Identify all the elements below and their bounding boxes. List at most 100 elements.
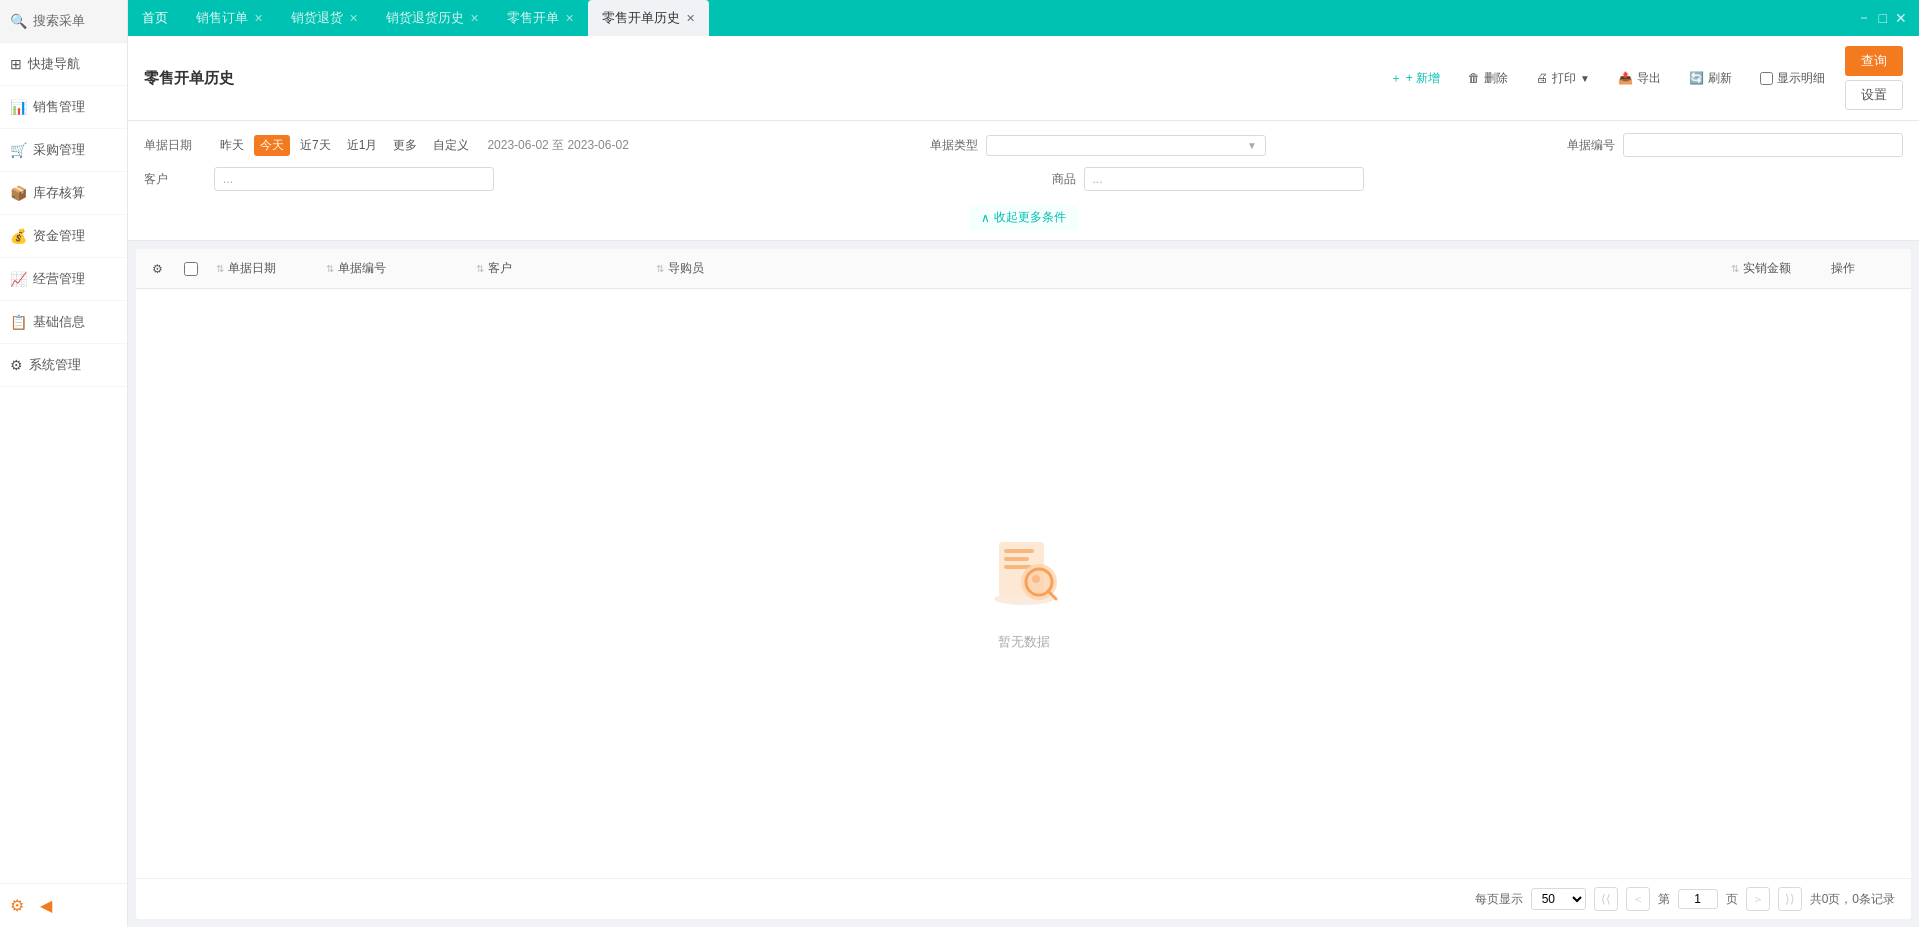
print-dropdown-icon: ▼ — [1580, 73, 1590, 84]
th-settings[interactable]: ⚙ — [144, 262, 176, 276]
sidebar: 🔍 搜索采单 ⊞ 快捷导航 📊 销售管理 🛒 采购管理 📦 库存核算 💰 资金管… — [0, 0, 128, 927]
window-minimize-icon[interactable]: － — [1857, 9, 1871, 27]
first-page-btn[interactable]: ⟨⟨ — [1594, 887, 1618, 911]
last7-btn[interactable]: 近7天 — [294, 135, 337, 156]
sort-icon: ⇅ — [216, 263, 224, 274]
sort-icon: ⇅ — [326, 263, 334, 274]
export-label: 导出 — [1637, 70, 1661, 87]
tab-retail-open[interactable]: 零售开单 ✕ — [493, 0, 588, 36]
sidebar-item-basic[interactable]: 📋 基础信息 — [0, 301, 127, 344]
sort-icon: ⇅ — [656, 263, 664, 274]
tab-sales-return-label: 销货退货 — [291, 9, 343, 27]
quick-nav-icon: ⊞ — [10, 56, 22, 72]
date-quick-btns: 昨天 今天 近7天 近1月 更多 自定义 — [214, 135, 475, 156]
export-button[interactable]: 📤 导出 — [1610, 66, 1669, 91]
refresh-label: 刷新 — [1708, 70, 1732, 87]
th-amount[interactable]: ⇅ 实销金额 — [1723, 260, 1823, 277]
settings-icon[interactable]: ⚙ — [10, 896, 24, 915]
sidebar-search-label: 搜索采单 — [33, 12, 85, 30]
collapse-row: ∧ 收起更多条件 — [144, 201, 1903, 232]
close-icon[interactable]: ✕ — [349, 12, 358, 25]
query-button[interactable]: 查询 — [1845, 46, 1903, 76]
sidebar-item-system[interactable]: ⚙ 系统管理 — [0, 344, 127, 387]
svg-rect-2 — [1004, 549, 1034, 553]
sidebar-item-finance[interactable]: 💰 资金管理 — [0, 215, 127, 258]
goods-select[interactable]: ... — [1084, 167, 1364, 191]
goods-label: 商品 — [1034, 171, 1084, 188]
display-detail-button[interactable]: 显示明细 — [1752, 66, 1833, 91]
window-maximize-icon[interactable]: □ — [1879, 10, 1887, 26]
th-customer-label: 客户 — [488, 260, 512, 277]
close-icon[interactable]: ✕ — [470, 12, 479, 25]
doc-type-label: 单据类型 — [916, 137, 986, 154]
prev-page-btn[interactable]: ＜ — [1626, 887, 1650, 911]
empty-state: 暂无数据 — [136, 289, 1911, 878]
th-checkbox[interactable] — [176, 262, 208, 276]
display-detail-checkbox[interactable] — [1760, 72, 1773, 85]
basic-icon: 📋 — [10, 314, 27, 330]
sidebar-search[interactable]: 🔍 搜索采单 — [0, 0, 127, 43]
setting-button[interactable]: 设置 — [1845, 80, 1903, 110]
th-action-label: 操作 — [1831, 260, 1855, 277]
sidebar-item-inventory[interactable]: 📦 库存核算 — [0, 172, 127, 215]
tab-sales-return[interactable]: 销货退货 ✕ — [277, 0, 372, 36]
chevron-down-icon: ▼ — [1247, 140, 1257, 151]
select-all-checkbox[interactable] — [184, 262, 198, 276]
th-date[interactable]: ⇅ 单据日期 — [208, 260, 318, 277]
collapse-icon[interactable]: ◀ — [40, 896, 52, 915]
refresh-icon: 🔄 — [1689, 71, 1704, 85]
tab-sales-return-history[interactable]: 销货退货历史 ✕ — [372, 0, 493, 36]
sidebar-item-quick-nav[interactable]: ⊞ 快捷导航 — [0, 43, 127, 86]
page-input[interactable] — [1678, 889, 1718, 909]
doc-num-label: 单据编号 — [1553, 137, 1623, 154]
yesterday-btn[interactable]: 昨天 — [214, 135, 250, 156]
next-page-btn[interactable]: ＞ — [1746, 887, 1770, 911]
tab-home[interactable]: 首页 — [128, 0, 182, 36]
purchase-icon: 🛒 — [10, 142, 27, 158]
refresh-button[interactable]: 🔄 刷新 — [1681, 66, 1740, 91]
th-num[interactable]: ⇅ 单据编号 — [318, 260, 468, 277]
sort-icon: ⇅ — [476, 263, 484, 274]
th-action: 操作 — [1823, 260, 1903, 277]
add-icon: ＋ — [1390, 70, 1402, 87]
sidebar-item-purchase[interactable]: 🛒 采购管理 — [0, 129, 127, 172]
close-icon[interactable]: ✕ — [565, 12, 574, 25]
window-close-icon[interactable]: ✕ — [1895, 10, 1907, 26]
delete-button[interactable]: 🗑 删除 — [1460, 66, 1516, 91]
sidebar-item-label: 库存核算 — [33, 184, 85, 202]
collapse-button[interactable]: ∧ 收起更多条件 — [969, 205, 1078, 230]
tab-sales-order[interactable]: 销售订单 ✕ — [182, 0, 277, 36]
tab-home-label: 首页 — [142, 9, 168, 27]
th-amount-label: 实销金额 — [1743, 260, 1791, 277]
more-btn[interactable]: 更多 — [387, 135, 423, 156]
page-header: 零售开单历史 ＋ + 新增 🗑 删除 🖨 打印 ▼ 📤 导出 — [128, 36, 1919, 121]
sidebar-item-operation[interactable]: 📈 经营管理 — [0, 258, 127, 301]
th-num-label: 单据编号 — [338, 260, 386, 277]
add-button[interactable]: ＋ + 新增 — [1382, 66, 1448, 91]
delete-label: 删除 — [1484, 70, 1508, 87]
today-btn[interactable]: 今天 — [254, 135, 290, 156]
doc-type-select[interactable]: ▼ — [986, 135, 1266, 156]
empty-illustration — [974, 517, 1074, 617]
sidebar-item-sales[interactable]: 📊 销售管理 — [0, 86, 127, 129]
custom-btn[interactable]: 自定义 — [427, 135, 475, 156]
sidebar-item-label: 经营管理 — [33, 270, 85, 288]
per-page-select[interactable]: 50 10 20 100 — [1531, 888, 1586, 910]
pagination: 每页显示 50 10 20 100 ⟨⟨ ＜ 第 页 ＞ ⟩⟩ 共0页，0条记录 — [136, 878, 1911, 919]
print-button[interactable]: 🖨 打印 ▼ — [1528, 66, 1598, 91]
close-icon[interactable]: ✕ — [254, 12, 263, 25]
system-icon: ⚙ — [10, 357, 23, 373]
th-customer[interactable]: ⇅ 客户 — [468, 260, 648, 277]
last-month-btn[interactable]: 近1月 — [341, 135, 384, 156]
th-salesperson-label: 导购员 — [668, 260, 704, 277]
last-page-btn[interactable]: ⟩⟩ — [1778, 887, 1802, 911]
close-icon[interactable]: ✕ — [686, 12, 695, 25]
doc-num-input[interactable] — [1623, 133, 1903, 157]
th-salesperson[interactable]: ⇅ 导购员 — [648, 260, 768, 277]
inventory-icon: 📦 — [10, 185, 27, 201]
tab-retail-open-history[interactable]: 零售开单历史 ✕ — [588, 0, 709, 36]
export-icon: 📤 — [1618, 71, 1633, 85]
date-range: 2023-06-02 至 2023-06-02 — [487, 137, 628, 154]
page-label: 第 — [1658, 891, 1670, 908]
customer-select[interactable]: ... — [214, 167, 494, 191]
